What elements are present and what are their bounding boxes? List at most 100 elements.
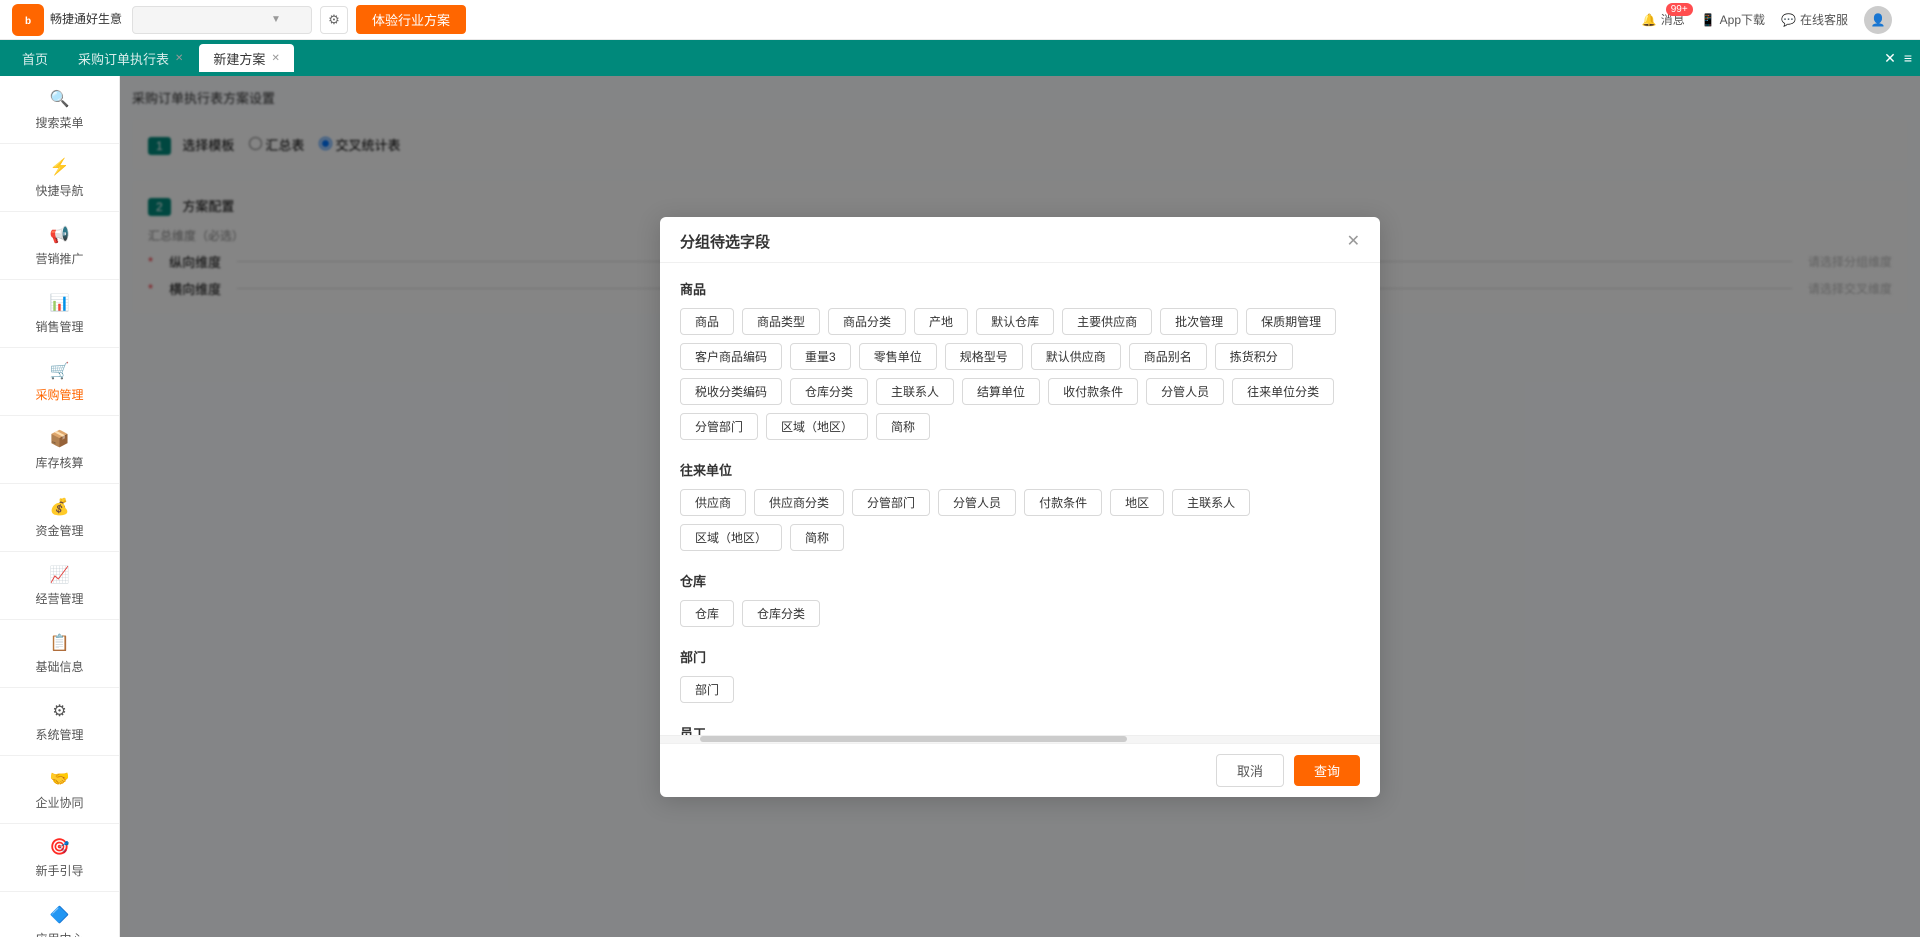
search-bar: ▼ ⚙ 体验行业方案 bbox=[132, 5, 1642, 34]
field-tag[interactable]: 保质期管理 bbox=[1246, 308, 1336, 335]
field-tag[interactable]: 主联系人 bbox=[1172, 489, 1250, 516]
field-tag[interactable]: 零售单位 bbox=[859, 343, 937, 370]
field-tag[interactable]: 供应商 bbox=[680, 489, 746, 516]
nav-close-icon[interactable]: ✕ bbox=[1884, 50, 1896, 67]
sales-icon: 📊 bbox=[49, 292, 71, 314]
finance-icon: 💰 bbox=[49, 496, 71, 518]
guide-icon: 🎯 bbox=[49, 836, 71, 858]
avatar[interactable]: 👤 bbox=[1864, 6, 1892, 34]
sidebar-item-purchase[interactable]: 🛒 采购管理 bbox=[0, 348, 119, 416]
field-tag[interactable]: 分管人员 bbox=[1146, 378, 1224, 405]
sidebar-item-operations[interactable]: 📈 经营管理 bbox=[0, 552, 119, 620]
field-tag[interactable]: 简称 bbox=[876, 413, 930, 440]
field-tag[interactable]: 仓库 bbox=[680, 600, 734, 627]
sidebar-basic-info-label: 基础信息 bbox=[35, 658, 83, 675]
sidebar-collab-label: 企业协同 bbox=[35, 794, 83, 811]
operations-icon: 📈 bbox=[49, 564, 71, 586]
sidebar-item-sales[interactable]: 📊 销售管理 bbox=[0, 280, 119, 348]
field-tag[interactable]: 地区 bbox=[1110, 489, 1164, 516]
modal-close-icon[interactable]: ✕ bbox=[1347, 231, 1360, 251]
modal-body[interactable]: 商品 商品 商品类型 商品分类 产地 默认仓库 主要供应商 批次管理 保质期管理… bbox=[660, 263, 1380, 736]
top-right: 🔔 消息 99+ 📱 App下载 💬 在线客服 👤 bbox=[1642, 6, 1908, 34]
app-center-icon: 🔷 bbox=[49, 904, 71, 926]
gear-button[interactable]: ⚙ bbox=[320, 6, 348, 34]
modal-title: 分组待选字段 bbox=[680, 231, 770, 252]
search-input-wrap[interactable]: ▼ bbox=[132, 6, 312, 34]
cancel-button[interactable]: 取消 bbox=[1216, 754, 1284, 787]
sidebar-item-collab[interactable]: 🤝 企业协同 bbox=[0, 756, 119, 824]
field-tag[interactable]: 仓库分类 bbox=[742, 600, 820, 627]
online-service-label: 在线客服 bbox=[1800, 11, 1848, 28]
nav-tabs: 首页 采购订单执行表 ✕ 新建方案 ✕ ✕ ≡ bbox=[0, 40, 1920, 76]
sidebar-item-app-center[interactable]: 🔷 应用中心 bbox=[0, 892, 119, 937]
section-product-fields: 商品 商品类型 商品分类 产地 默认仓库 主要供应商 批次管理 保质期管理 客户… bbox=[680, 308, 1360, 440]
field-tag[interactable]: 部门 bbox=[680, 676, 734, 703]
field-tag[interactable]: 拣货积分 bbox=[1215, 343, 1293, 370]
tab-new-plan[interactable]: 新建方案 ✕ bbox=[199, 44, 293, 72]
tab-purchase-order-label: 采购订单执行表 bbox=[78, 49, 169, 68]
logo-text: 畅捷通好生意 bbox=[50, 12, 122, 26]
field-tag[interactable]: 往来单位分类 bbox=[1232, 378, 1334, 405]
app-download-item[interactable]: 📱 App下载 bbox=[1701, 11, 1765, 28]
field-tag[interactable]: 供应商分类 bbox=[754, 489, 844, 516]
tab-home-label: 首页 bbox=[22, 49, 48, 68]
field-tag[interactable]: 默认仓库 bbox=[976, 308, 1054, 335]
sidebar-item-system[interactable]: ⚙ 系统管理 bbox=[0, 688, 119, 756]
field-tag[interactable]: 付款条件 bbox=[1024, 489, 1102, 516]
tab-purchase-order[interactable]: 采购订单执行表 ✕ bbox=[64, 44, 197, 72]
field-tag[interactable]: 结算单位 bbox=[962, 378, 1040, 405]
field-tag[interactable]: 商品分类 bbox=[828, 308, 906, 335]
field-tag[interactable]: 分管部门 bbox=[680, 413, 758, 440]
sidebar-item-marketing[interactable]: 📢 营销推广 bbox=[0, 212, 119, 280]
modal-horizontal-scrollbar[interactable] bbox=[660, 735, 1380, 742]
confirm-button[interactable]: 查询 bbox=[1294, 755, 1360, 786]
modal-footer: 取消 查询 bbox=[660, 743, 1380, 797]
sidebar-sales-label: 销售管理 bbox=[35, 318, 83, 335]
app-download-label: App下载 bbox=[1720, 11, 1765, 28]
nav-more-icon[interactable]: ≡ bbox=[1904, 50, 1912, 66]
notification-item[interactable]: 🔔 消息 99+ bbox=[1642, 11, 1685, 28]
search-dropdown-icon[interactable]: ▼ bbox=[271, 14, 281, 25]
section-department: 部门 部门 bbox=[680, 647, 1360, 703]
field-tag[interactable]: 规格型号 bbox=[945, 343, 1023, 370]
sidebar: 🔍 搜索菜单 ⚡ 快捷导航 📢 营销推广 📊 销售管理 🛒 采购管理 📦 库存核… bbox=[0, 76, 120, 937]
sidebar-finance-label: 资金管理 bbox=[35, 522, 83, 539]
field-tag[interactable]: 税收分类编码 bbox=[680, 378, 782, 405]
tab-new-plan-close[interactable]: ✕ bbox=[271, 53, 279, 64]
sidebar-item-search[interactable]: 🔍 搜索菜单 bbox=[0, 76, 119, 144]
field-tag[interactable]: 批次管理 bbox=[1160, 308, 1238, 335]
field-tag[interactable]: 重量3 bbox=[790, 343, 851, 370]
section-counterpart-fields: 供应商 供应商分类 分管部门 分管人员 付款条件 地区 主联系人 区域（地区） … bbox=[680, 489, 1360, 551]
quick-nav-icon: ⚡ bbox=[49, 156, 71, 178]
field-tag[interactable]: 区域（地区） bbox=[766, 413, 868, 440]
field-tag[interactable]: 主联系人 bbox=[876, 378, 954, 405]
field-tag[interactable]: 商品别名 bbox=[1129, 343, 1207, 370]
field-tag[interactable]: 收付款条件 bbox=[1048, 378, 1138, 405]
online-service-item[interactable]: 💬 在线客服 bbox=[1781, 11, 1848, 28]
field-tag[interactable]: 分管部门 bbox=[852, 489, 930, 516]
sidebar-item-quick-nav[interactable]: ⚡ 快捷导航 bbox=[0, 144, 119, 212]
experience-button[interactable]: 体验行业方案 bbox=[356, 5, 466, 34]
avatar-icon: 👤 bbox=[1871, 13, 1886, 27]
field-tag[interactable]: 区域（地区） bbox=[680, 524, 782, 551]
field-tag[interactable]: 主要供应商 bbox=[1062, 308, 1152, 335]
field-tag[interactable]: 商品类型 bbox=[742, 308, 820, 335]
tab-home[interactable]: 首页 bbox=[8, 44, 62, 72]
section-employee: 员工 业务员 bbox=[680, 723, 1360, 736]
sidebar-item-guide[interactable]: 🎯 新手引导 bbox=[0, 824, 119, 892]
field-tag[interactable]: 商品 bbox=[680, 308, 734, 335]
search-input[interactable] bbox=[141, 13, 271, 27]
field-tag[interactable]: 仓库分类 bbox=[790, 378, 868, 405]
section-warehouse-fields: 仓库 仓库分类 bbox=[680, 600, 1360, 627]
sidebar-item-basic-info[interactable]: 📋 基础信息 bbox=[0, 620, 119, 688]
field-tag[interactable]: 客户商品编码 bbox=[680, 343, 782, 370]
inventory-icon: 📦 bbox=[49, 428, 71, 450]
field-tag[interactable]: 分管人员 bbox=[938, 489, 1016, 516]
sidebar-item-inventory[interactable]: 📦 库存核算 bbox=[0, 416, 119, 484]
field-tag[interactable]: 默认供应商 bbox=[1031, 343, 1121, 370]
field-tag[interactable]: 简称 bbox=[790, 524, 844, 551]
tab-purchase-order-close[interactable]: ✕ bbox=[175, 53, 183, 64]
field-selection-modal: 分组待选字段 ✕ 商品 商品 商品类型 商品分类 产地 默认仓库 主要供应商 bbox=[660, 217, 1380, 797]
sidebar-item-finance[interactable]: 💰 资金管理 bbox=[0, 484, 119, 552]
field-tag[interactable]: 产地 bbox=[914, 308, 968, 335]
